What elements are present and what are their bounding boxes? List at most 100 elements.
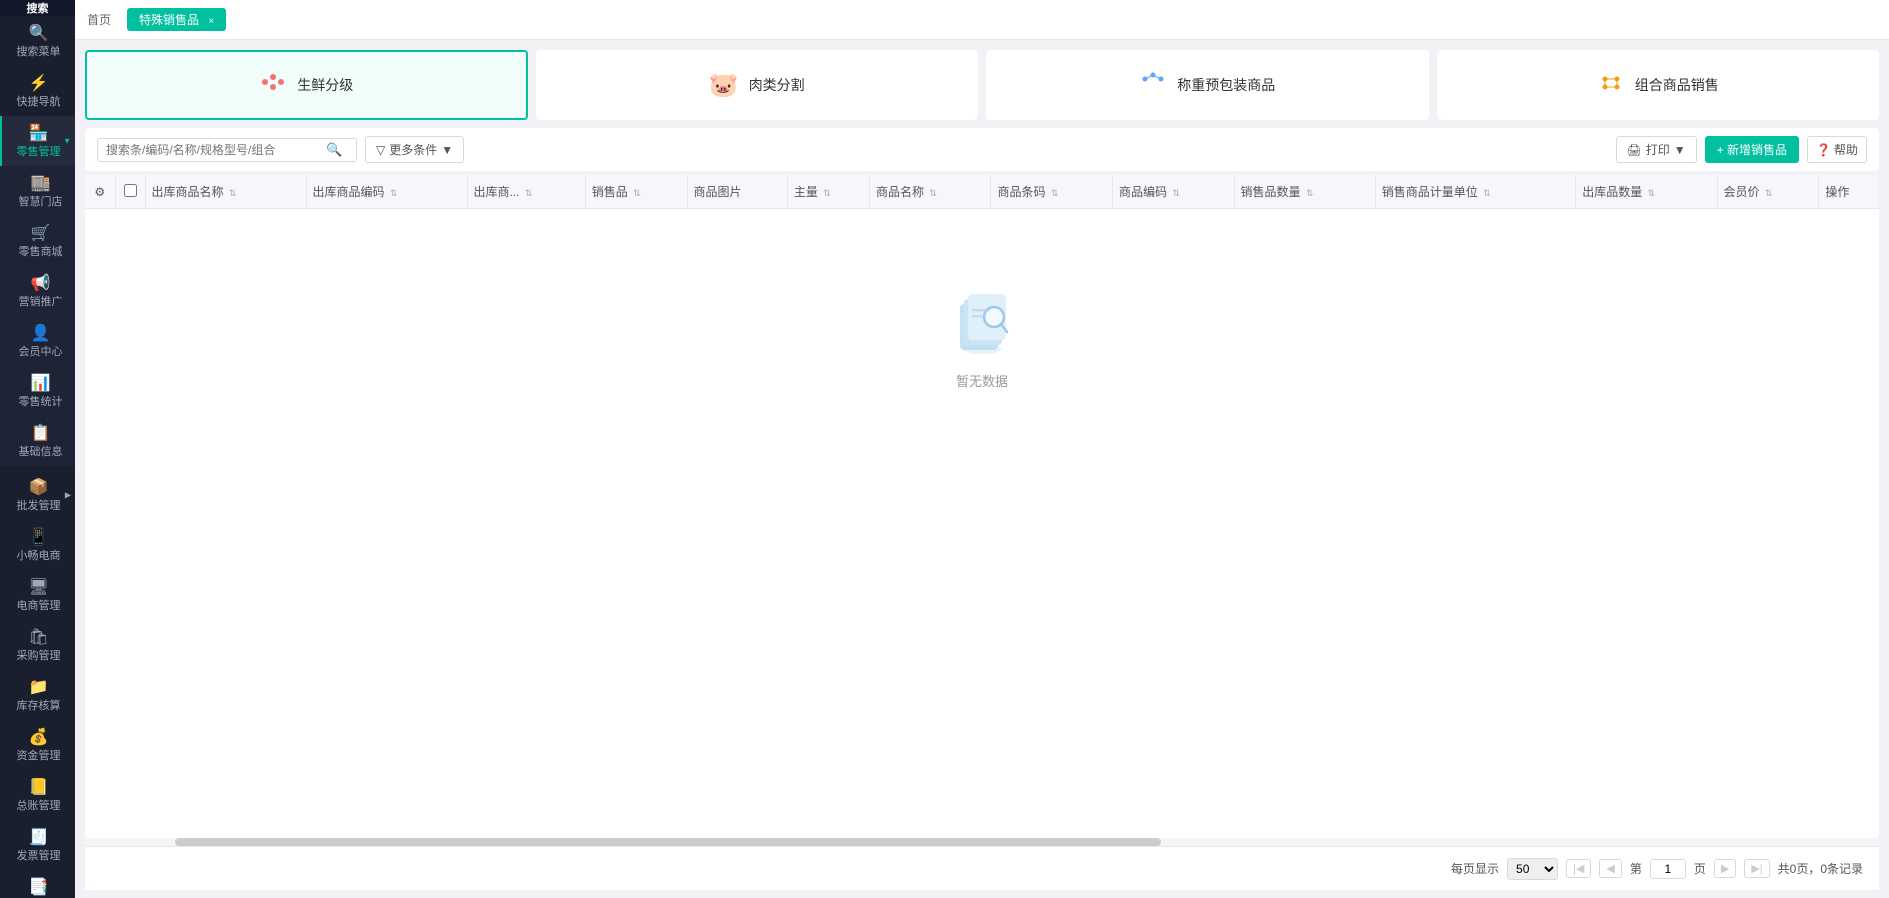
sort-icon[interactable]: ⇅	[1172, 188, 1180, 198]
help-button[interactable]: ❓ 帮助	[1807, 136, 1867, 163]
sort-icon[interactable]: ⇅	[1765, 188, 1773, 198]
sidebar-item-label: 库存核算	[17, 699, 61, 713]
sort-icon[interactable]: ⇅	[525, 188, 533, 198]
sidebar-item-label: 零售统计	[19, 395, 63, 409]
sidebar-item-label: 会员中心	[19, 345, 63, 359]
table-header-gear[interactable]: ⚙	[85, 175, 115, 209]
scrollbar-track[interactable]	[85, 838, 1879, 846]
new-label: + 新增销售品	[1717, 141, 1787, 158]
page-number-input[interactable]: 1	[1650, 859, 1686, 879]
print-icon: 🖨	[1627, 143, 1642, 157]
sidebar-logo: 搜索	[0, 0, 75, 16]
print-button[interactable]: 🖨 打印 ▼	[1616, 136, 1697, 163]
table-header-member-price: 会员价 ⇅	[1717, 175, 1819, 209]
tab-combo[interactable]: 组合商品销售	[1437, 50, 1880, 120]
quick-icon: ⚡	[29, 73, 49, 93]
table-header-row: ⚙ 出库商品名称 ⇅ 出库商品编码 ⇅	[85, 175, 1879, 209]
print-label: 打印	[1646, 141, 1670, 158]
sidebar-item-invoice[interactable]: 🧾 发票管理	[0, 820, 75, 870]
sidebar-item-label: 总账管理	[17, 799, 61, 813]
current-tab-label: 特殊销售品	[139, 13, 199, 27]
sidebar-item-label: 零售管理	[17, 145, 61, 159]
purchase-icon: 🛍	[28, 627, 48, 647]
sidebar-item-finance[interactable]: 💰 资金管理	[0, 720, 75, 770]
scrollbar-thumb[interactable]	[175, 838, 1162, 846]
page-size-select[interactable]: 50 10 20 100	[1507, 858, 1558, 880]
sidebar-item-search[interactable]: 🔍 搜索菜单	[0, 16, 75, 66]
fresh-grade-icon	[259, 71, 287, 100]
table-header-weight: 主量 ⇅	[787, 175, 869, 209]
ledger-icon: 📒	[29, 777, 49, 797]
select-all-checkbox[interactable]	[124, 184, 137, 197]
next-page-button[interactable]: ▶	[1714, 859, 1736, 878]
sidebar-item-wholesale[interactable]: 📦 批发管理 ▶	[0, 470, 75, 520]
sidebar-item-smart-store[interactable]: 🏬 智慧门店	[0, 166, 75, 216]
sidebar-item-purchase[interactable]: 🛍 采购管理	[0, 620, 75, 670]
tab-weight-pack[interactable]: 称重预包装商品	[986, 50, 1429, 120]
sidebar-item-label: 发票管理	[17, 849, 61, 863]
sort-icon[interactable]: ⇅	[390, 188, 398, 198]
breadcrumb-home[interactable]: 首页	[87, 11, 111, 28]
sort-icon[interactable]: ⇅	[229, 188, 237, 198]
gear-icon: ⚙	[94, 185, 105, 199]
sidebar-item-tax[interactable]: 📑 税务管理	[0, 870, 75, 898]
tab-meat-cut[interactable]: 🐷 肉类分割	[536, 50, 979, 120]
tab-fresh-grade-label: 生鲜分级	[297, 75, 353, 95]
sort-icon[interactable]: ⇅	[1483, 188, 1491, 198]
toolbar-right: 🖨 打印 ▼ + 新增销售品 ❓ 帮助	[1616, 136, 1867, 163]
sidebar-item-label: 批发管理	[17, 499, 61, 513]
sort-icon[interactable]: ⇅	[1051, 188, 1059, 198]
table-header-sales-item: 销售品 ⇅	[585, 175, 687, 209]
sort-icon[interactable]: ⇅	[1306, 188, 1314, 198]
page-size-label: 每页显示	[1451, 860, 1499, 877]
sort-icon[interactable]: ⇅	[823, 188, 831, 198]
sidebar-item-mini-app[interactable]: 📱 小畅电商	[0, 520, 75, 570]
sort-icon[interactable]: ⇅	[929, 188, 937, 198]
sidebar-item-base-info[interactable]: 📋 基础信息	[0, 416, 75, 466]
sort-icon[interactable]: ⇅	[633, 188, 641, 198]
empty-icon	[942, 289, 1022, 359]
empty-state: 暂无数据	[85, 209, 1879, 470]
filter-button[interactable]: ▽ 更多条件 ▼	[365, 136, 464, 163]
sidebar-item-quick[interactable]: ⚡ 快捷导航	[0, 66, 75, 116]
last-page-button[interactable]: ▶|	[1744, 859, 1769, 878]
retail-mall-icon: 🛒	[31, 223, 51, 243]
finance-icon: 💰	[29, 727, 49, 747]
search-icon[interactable]: 🔍	[326, 142, 342, 158]
base-info-icon: 📋	[31, 423, 51, 443]
table-header-sales-qty: 销售品数量 ⇅	[1234, 175, 1375, 209]
sidebar-item-label: 搜索菜单	[17, 45, 61, 59]
inventory-icon: 📁	[29, 677, 49, 697]
prev-page-button[interactable]: ◀	[1599, 859, 1621, 878]
retail-icon: 🏪	[29, 123, 49, 143]
breadcrumb-current-tab[interactable]: 特殊销售品 ×	[127, 8, 226, 31]
close-tab-icon[interactable]: ×	[208, 16, 214, 27]
sidebar-item-inventory[interactable]: 📁 库存核算	[0, 670, 75, 720]
main-content: 首页 特殊销售品 × 生鲜分级	[75, 0, 1889, 898]
sidebar-item-retail[interactable]: 🏪 零售管理 ▼	[0, 116, 75, 166]
retail-stats-icon: 📊	[31, 373, 51, 393]
sidebar-item-retail-mall[interactable]: 🛒 零售商城	[0, 216, 75, 266]
sidebar-item-promotion[interactable]: 📢 营销推广	[0, 266, 75, 316]
first-page-button[interactable]: |◀	[1566, 859, 1591, 878]
table-header-checkbox[interactable]	[115, 175, 145, 209]
filter-arrow-icon: ▼	[441, 143, 453, 157]
new-sales-item-button[interactable]: + 新增销售品	[1705, 136, 1799, 163]
tab-fresh-grade[interactable]: 生鲜分级	[85, 50, 528, 120]
chevron-right-icon: ▶	[65, 491, 71, 500]
sidebar-item-label: 智慧门店	[19, 195, 63, 209]
top-bar: 首页 特殊销售品 ×	[75, 0, 1889, 40]
search-input[interactable]	[106, 143, 326, 157]
chevron-down-icon: ▼	[63, 137, 71, 146]
sidebar-item-retail-stats[interactable]: 📊 零售统计	[0, 366, 75, 416]
sort-icon[interactable]: ⇅	[1648, 188, 1656, 198]
promotion-icon: 📢	[31, 273, 51, 293]
sidebar-item-member[interactable]: 👤 会员中心	[0, 316, 75, 366]
table-header-goods-name: 商品名称 ⇅	[869, 175, 991, 209]
table-header-image: 商品图片	[687, 175, 787, 209]
table-header-barcode: 商品条码 ⇅	[991, 175, 1113, 209]
sidebar-item-ecommerce[interactable]: 🖥 电商管理	[0, 570, 75, 620]
table-container: ⚙ 出库商品名称 ⇅ 出库商品编码 ⇅	[85, 175, 1879, 838]
sidebar-item-ledger[interactable]: 📒 总账管理	[0, 770, 75, 820]
help-icon: ❓	[1816, 143, 1831, 157]
